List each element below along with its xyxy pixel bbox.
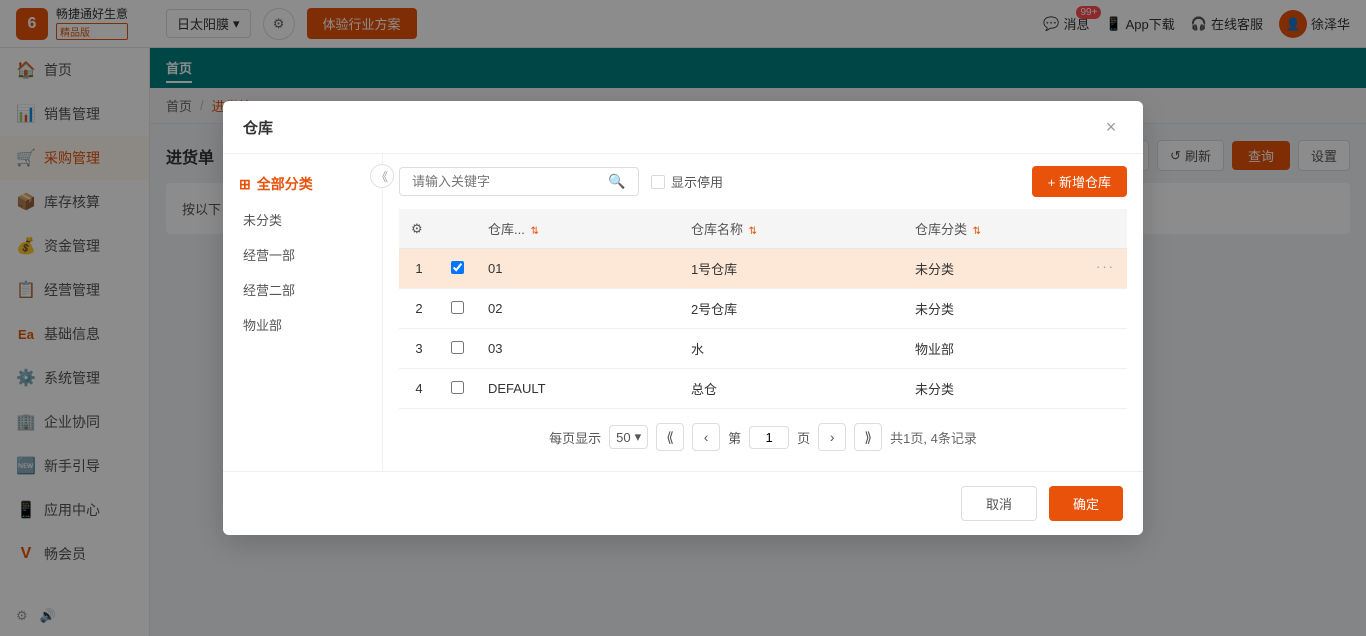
row-checkbox[interactable] [451,341,464,354]
page-size-select[interactable]: 50 ▾ [609,425,648,449]
sort-cat-icon: ⇅ [973,226,981,237]
row-actions[interactable]: ··· [1096,259,1115,274]
row-checkbox-cell [439,329,476,369]
row-num: 1 [399,249,439,289]
show-disabled-checkbox[interactable] [651,175,665,189]
th-code: 仓库... ⇅ [476,209,679,249]
row-checkbox-cell [439,249,476,289]
search-icon: 🔍 [608,173,625,190]
th-checkbox [439,209,476,249]
sort-name-icon: ⇅ [749,226,757,237]
page-prev-button[interactable]: ‹ [692,423,720,451]
modal-body: ⊞ 全部分类 《 未分类 经营一部 经营二部 物业部 [223,154,1143,471]
page-input[interactable] [749,426,789,449]
table-row[interactable]: 2 02 2号仓库 未分类 [399,289,1127,329]
table-row[interactable]: 4 DEFAULT 总仓 未分类 [399,369,1127,409]
page-label: 第 [728,428,741,447]
category-panel: ⊞ 全部分类 《 未分类 经营一部 经营二部 物业部 [223,154,383,471]
row-num: 3 [399,329,439,369]
row-category: 未分类 [903,369,1127,409]
row-code: 01 [476,249,679,289]
page-last-button[interactable]: ⟫ [854,423,882,451]
row-category: 未分类 [903,289,1127,329]
row-code: 03 [476,329,679,369]
show-disabled-label[interactable]: 显示停用 [651,172,723,191]
modal-title: 仓库 [243,117,273,138]
row-code: 02 [476,289,679,329]
search-input-wrap: 🔍 [399,167,639,196]
category-item-3[interactable]: 物业部 [223,307,382,342]
per-page-label: 每页显示 [549,428,601,447]
total-info: 共1页, 4条记录 [890,428,977,447]
table-body: 1 01 1号仓库 未分类··· 2 02 2号仓库 未分类 3 03 水 物业… [399,249,1127,409]
th-category: 仓库分类 ⇅ [903,209,1127,249]
row-name: 总仓 [679,369,903,409]
th-gear: ⚙ [399,209,439,249]
row-checkbox[interactable] [451,261,464,274]
confirm-button[interactable]: 确定 [1049,486,1123,521]
modal-overlay: 仓库 × ⊞ 全部分类 《 未分类 经营一部 经营二部 [0,0,1366,636]
page-suffix: 页 [797,428,810,447]
row-name: 水 [679,329,903,369]
row-checkbox[interactable] [451,381,464,394]
th-name: 仓库名称 ⇅ [679,209,903,249]
all-categories-item[interactable]: ⊞ 全部分类 [223,166,382,202]
category-item-0[interactable]: 未分类 [223,202,382,237]
category-item-1[interactable]: 经营一部 [223,237,382,272]
pagination-bar: 每页显示 50 ▾ ⟪ ‹ 第 页 › ⟫ 共1页, 4条记录 [399,409,1127,459]
row-checkbox[interactable] [451,301,464,314]
row-checkbox-cell [439,369,476,409]
table-row[interactable]: 3 03 水 物业部 [399,329,1127,369]
row-name: 2号仓库 [679,289,903,329]
search-bar: 🔍 显示停用 + 新增仓库 [399,166,1127,197]
table-header-row: ⚙ 仓库... ⇅ 仓库名称 ⇅ 仓库分类 [399,209,1127,249]
content-panel: 🔍 显示停用 + 新增仓库 ⚙ 仓库. [383,154,1143,471]
modal-footer: 取消 确定 [223,471,1143,535]
search-input[interactable] [408,168,608,195]
sort-code-icon: ⇅ [530,226,538,237]
table-row[interactable]: 1 01 1号仓库 未分类··· [399,249,1127,289]
row-name: 1号仓库 [679,249,903,289]
all-categories-label: 全部分类 [257,174,313,194]
row-checkbox-cell [439,289,476,329]
page-next-button[interactable]: › [818,423,846,451]
row-category: 未分类··· [903,249,1127,289]
add-warehouse-button[interactable]: + 新增仓库 [1032,166,1127,197]
row-code: DEFAULT [476,369,679,409]
row-num: 4 [399,369,439,409]
row-num: 2 [399,289,439,329]
row-category: 物业部 [903,329,1127,369]
category-item-2[interactable]: 经营二部 [223,272,382,307]
modal-header: 仓库 × [223,101,1143,154]
cancel-button[interactable]: 取消 [961,486,1037,521]
chevron-down-icon: ▾ [635,429,642,445]
collapse-panel-button[interactable]: 《 [370,164,394,188]
warehouse-table: ⚙ 仓库... ⇅ 仓库名称 ⇅ 仓库分类 [399,209,1127,409]
page-first-button[interactable]: ⟪ [656,423,684,451]
warehouse-modal: 仓库 × ⊞ 全部分类 《 未分类 经营一部 经营二部 [223,101,1143,535]
modal-close-button[interactable]: × [1099,115,1123,139]
grid-icon: ⊞ [239,176,251,193]
